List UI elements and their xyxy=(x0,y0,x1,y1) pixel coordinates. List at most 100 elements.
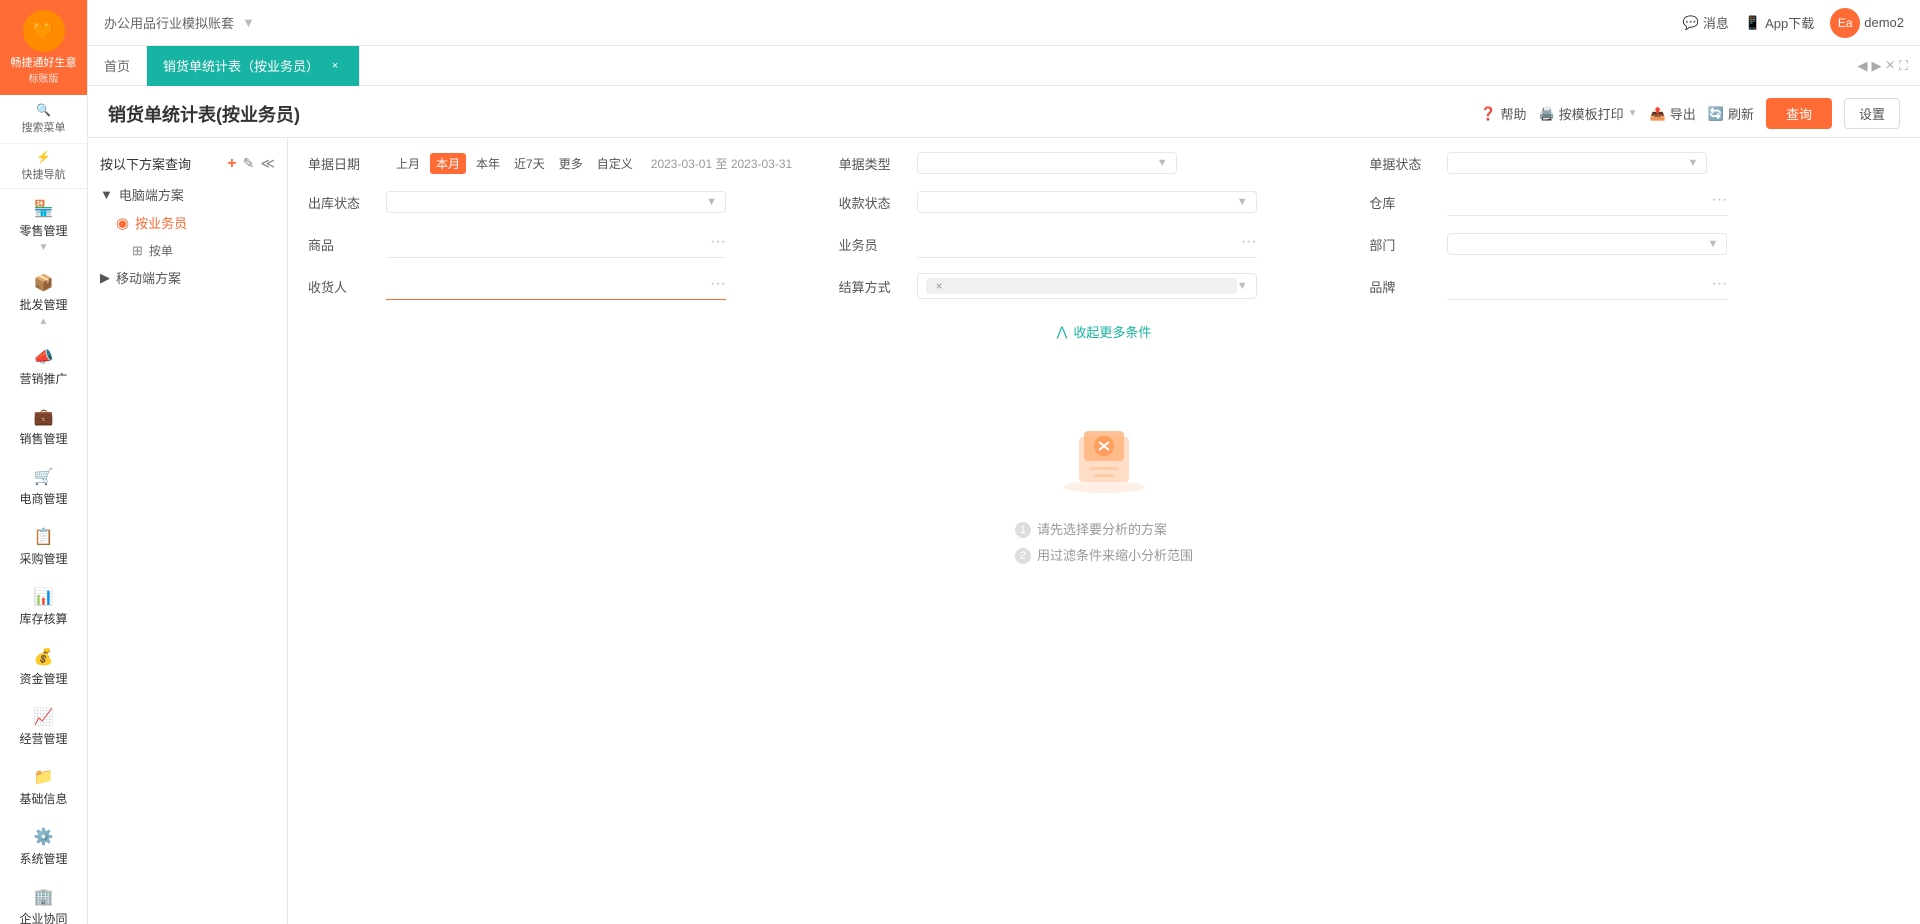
user-menu[interactable]: Ea demo2 xyxy=(1830,8,1904,38)
sidebar-item-label: 零售管理 xyxy=(19,222,67,239)
system-icon: ⚙️ xyxy=(34,827,54,847)
query-button[interactable]: 查询 xyxy=(1766,98,1832,129)
empty-hint-1: 1 请先选择要分析的方案 xyxy=(1015,517,1193,543)
collapse-panel-icon[interactable]: ≪ xyxy=(260,155,275,172)
collapse-icon: ⋀ xyxy=(1057,324,1068,340)
warehouse-label: 仓库 xyxy=(1369,193,1439,212)
download-button[interactable]: 📱 App下载 xyxy=(1745,13,1814,32)
warehouse-dots[interactable]: ··· xyxy=(1711,191,1727,209)
settlement-tag-close[interactable]: × xyxy=(936,279,943,293)
left-panel: 按以下方案查询 + ✎ ≪ ▼ 电脑端方案 ◉ 按业务员 ⊞ xyxy=(88,138,288,924)
hint-text-2: 用过滤条件来缩小分析范围 xyxy=(1037,543,1193,569)
settlement-select[interactable]: × ▼ xyxy=(917,273,1257,299)
quick-nav-icon: ⚡ xyxy=(36,150,51,164)
warehouse-cell: 仓库 ··· xyxy=(1369,188,1900,216)
sidebar-item-ecommerce[interactable]: 🛒 电商管理 xyxy=(0,457,87,517)
brand-field[interactable]: ··· xyxy=(1447,272,1727,300)
salesman-scheme-item[interactable]: ◉ 按业务员 xyxy=(88,208,287,237)
mobile-scheme-group[interactable]: ▶ 移动端方案 xyxy=(88,264,287,291)
department-select[interactable]: ▼ xyxy=(1447,233,1727,255)
help-button[interactable]: ❓ 帮助 xyxy=(1480,104,1526,123)
purchase-icon: 📋 xyxy=(34,527,54,547)
salesman-dots[interactable]: ··· xyxy=(1241,233,1257,251)
quick-nav[interactable]: ⚡ 快捷导航 xyxy=(0,144,87,189)
search-menu[interactable]: 🔍 搜索菜单 xyxy=(0,95,87,144)
tab-home[interactable]: 首页 xyxy=(88,46,147,86)
help-label: 帮助 xyxy=(1500,104,1526,123)
brand-cell: 品牌 ··· xyxy=(1369,272,1900,300)
add-scheme-icon[interactable]: + xyxy=(227,155,236,173)
tab-close-button[interactable]: × xyxy=(327,58,343,74)
download-label: App下载 xyxy=(1765,13,1814,32)
tab-close-all-icon[interactable]: × xyxy=(1886,57,1895,75)
sidebar-item-enterprise[interactable]: 🏢 企业协同 xyxy=(0,877,87,924)
settlement-cell: 结算方式 × ▼ xyxy=(839,273,1370,299)
sidebar-item-sales[interactable]: 💼 销售管理 xyxy=(0,397,87,457)
empty-state: 1 请先选择要分析的方案 2 用过滤条件来缩小分析范围 xyxy=(288,357,1920,609)
goods-field[interactable]: ··· xyxy=(386,230,726,258)
sidebar-item-system[interactable]: ⚙️ 系统管理 xyxy=(0,817,87,877)
salesman-scheme-label: 按业务员 xyxy=(135,213,187,232)
doc-type-cell: 单据类型 ▼ xyxy=(839,152,1370,174)
department-cell: 部门 ▼ xyxy=(1369,233,1900,255)
page-header: 销货单统计表(按业务员) ❓ 帮助 🖨️ 按模板打印 ▼ 📤 导出 🔄 刷 xyxy=(88,86,1920,138)
department-label: 部门 xyxy=(1369,235,1439,254)
tab-maximize-icon[interactable]: ⛶ xyxy=(1899,58,1908,74)
goods-cell: 商品 ··· xyxy=(308,230,839,258)
edit-scheme-icon[interactable]: ✎ xyxy=(243,155,255,172)
date-tab-custom[interactable]: 自定义 xyxy=(593,153,637,174)
settings-button[interactable]: 设置 xyxy=(1844,98,1900,129)
sidebar-item-wholesale[interactable]: 📦 批发管理 ▲ xyxy=(0,263,87,337)
message-button[interactable]: 💬 消息 xyxy=(1683,13,1729,32)
recipient-field[interactable]: ··· xyxy=(386,272,726,300)
date-tab-this-month[interactable]: 本月 xyxy=(430,153,466,174)
order-scheme-item[interactable]: ⊞ 按单 xyxy=(88,237,287,264)
tab-sales-stats[interactable]: 销货单统计表（按业务员） × xyxy=(147,46,360,86)
sidebar-item-inventory[interactable]: 📊 库存核算 xyxy=(0,577,87,637)
tab-home-label: 首页 xyxy=(104,56,130,75)
mobile-scheme-label: 移动端方案 xyxy=(116,268,181,287)
tab-next-icon[interactable]: ▶ xyxy=(1872,58,1882,74)
out-status-select[interactable]: ▼ xyxy=(386,191,726,213)
salesman-field[interactable]: ··· xyxy=(917,230,1257,258)
pay-status-select[interactable]: ▼ xyxy=(917,191,1257,213)
desktop-scheme-group[interactable]: ▼ 电脑端方案 xyxy=(88,181,287,208)
sidebar-item-marketing[interactable]: 📣 营销推广 xyxy=(0,337,87,397)
brand-dots[interactable]: ··· xyxy=(1711,275,1727,293)
refresh-button[interactable]: 🔄 刷新 xyxy=(1708,104,1754,123)
sidebar-item-basic[interactable]: 📁 基础信息 xyxy=(0,757,87,817)
sidebar-item-retail[interactable]: 🏪 零售管理 ▼ xyxy=(0,189,87,263)
collapse-button[interactable]: ⋀ 收起更多条件 xyxy=(308,314,1900,357)
export-button[interactable]: 📤 导出 xyxy=(1650,104,1696,123)
date-tab-this-year[interactable]: 本年 xyxy=(472,153,504,174)
wholesale-icon: 📦 xyxy=(34,273,54,293)
app-logo: 🧡 畅捷通好生意 标账版 xyxy=(0,0,88,95)
sidebar-item-label: 电商管理 xyxy=(19,490,67,507)
sidebar-item-purchase[interactable]: 📋 采购管理 xyxy=(0,517,87,577)
search-icon: 🔍 xyxy=(36,103,51,117)
print-arrow-icon: ▼ xyxy=(1628,108,1638,119)
recipient-dots[interactable]: ··· xyxy=(710,275,726,293)
recipient-label: 收货人 xyxy=(308,277,378,296)
sidebar-item-operations[interactable]: 📈 经营管理 xyxy=(0,697,87,757)
print-button[interactable]: 🖨️ 按模板打印 ▼ xyxy=(1538,104,1637,123)
date-tab-7days[interactable]: 近7天 xyxy=(510,153,549,174)
right-panel: 单据日期 上月 本月 本年 近7天 更多 自定义 2023-03-01 至 20… xyxy=(288,138,1920,924)
doc-type-select[interactable]: ▼ xyxy=(917,152,1177,174)
left-panel-title: 按以下方案查询 xyxy=(100,154,191,173)
sidebar-item-finance[interactable]: 💰 资金管理 xyxy=(0,637,87,697)
filter-section: 单据日期 上月 本月 本年 近7天 更多 自定义 2023-03-01 至 20… xyxy=(288,138,1920,357)
settlement-label: 结算方式 xyxy=(839,277,909,296)
tab-prev-icon[interactable]: ◀ xyxy=(1858,58,1868,74)
sidebar-item-label: 企业协同 xyxy=(19,910,67,924)
recipient-cell: 收货人 ··· xyxy=(308,272,839,300)
retail-arrow: ▼ xyxy=(39,242,49,253)
date-tab-more[interactable]: 更多 xyxy=(555,153,587,174)
salesman-scheme-icon: ◉ xyxy=(116,214,129,232)
enterprise-icon: 🏢 xyxy=(34,887,54,907)
warehouse-field[interactable]: ··· xyxy=(1447,188,1727,216)
date-tab-last-month[interactable]: 上月 xyxy=(392,153,424,174)
goods-dots[interactable]: ··· xyxy=(710,233,726,251)
retail-icon: 🏪 xyxy=(34,199,54,219)
doc-status-select[interactable]: ▼ xyxy=(1447,152,1707,174)
